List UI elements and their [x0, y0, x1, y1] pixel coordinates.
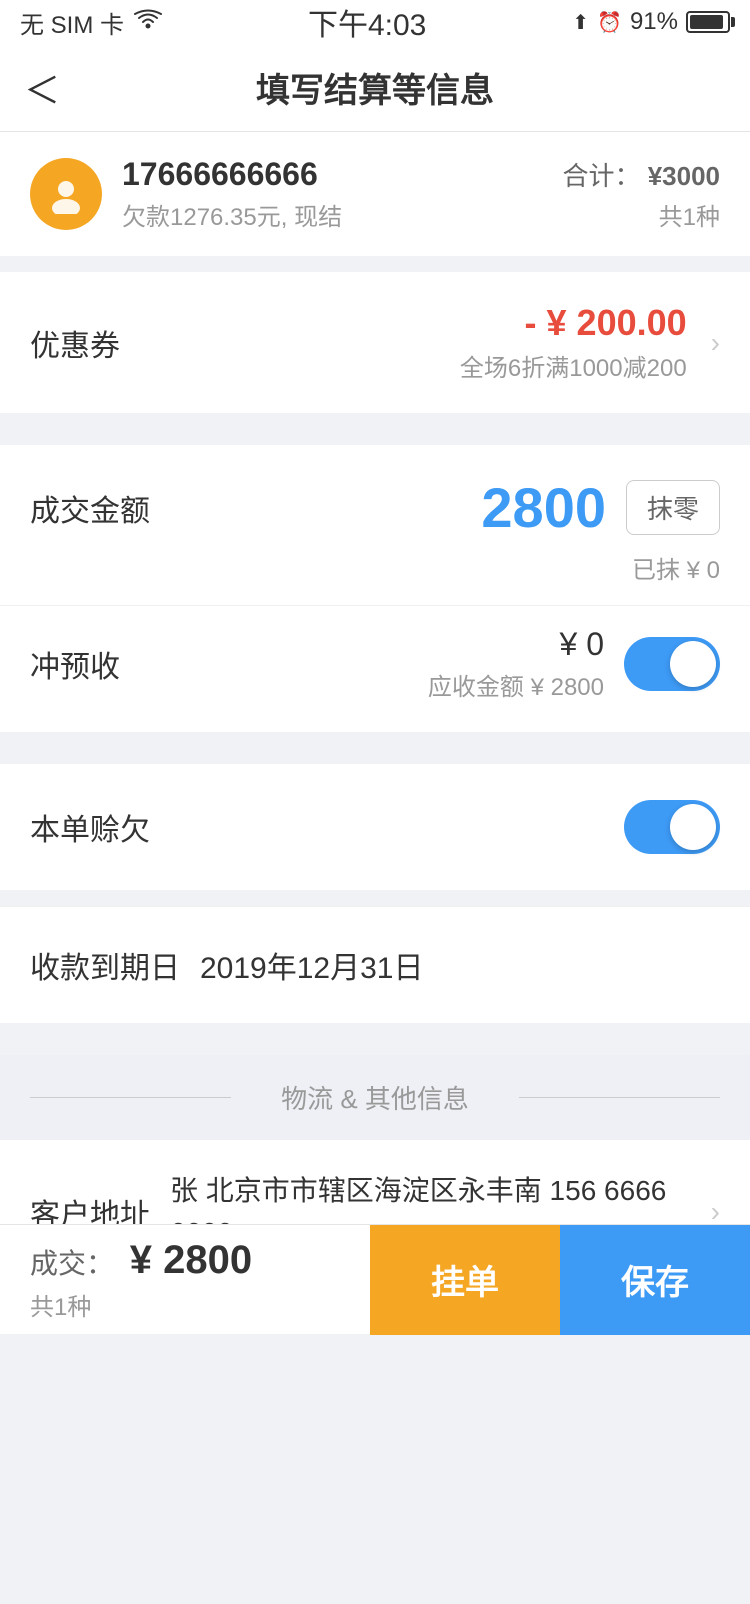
coupon-right: - ¥ 200.00 全场6折满1000减200 ›	[460, 302, 720, 383]
user-phone: 17666666666	[122, 156, 342, 193]
alarm-icon: ⏰	[597, 10, 622, 35]
save-button[interactable]: 保存	[560, 1225, 750, 1335]
total-label-text: 合计：	[562, 161, 640, 191]
chong-row: 冲预收 ¥ 0 应收金额 ¥ 2800	[0, 605, 750, 732]
user-card: 17666666666 欠款1276.35元, 现结 合计： ¥3000 共1种	[0, 132, 750, 256]
battery-percent: 91%	[630, 8, 678, 36]
logistics-label: 物流 & 其他信息	[281, 1079, 469, 1116]
sheqian-toggle-knob	[670, 804, 716, 850]
round-button[interactable]: 抹零	[626, 480, 720, 535]
deal-right: 2800 抹零	[481, 475, 720, 540]
bottom-deal-value: ¥ 2800	[130, 1238, 252, 1282]
bottom-info: 成交： ¥ 2800 共1种	[0, 1238, 370, 1322]
chong-toggle[interactable]	[624, 637, 720, 691]
no-sim-label: 无 SIM 卡	[20, 5, 124, 40]
location-icon: ⬆	[572, 10, 589, 35]
status-time: 下午4:03	[308, 0, 426, 44]
total-amount: ¥3000	[648, 161, 720, 191]
sheqian-label: 本单赊欠	[30, 805, 150, 849]
chong-right: ¥ 0 应收金额 ¥ 2800	[428, 626, 720, 702]
chong-amount: ¥ 0	[428, 626, 604, 663]
user-sub: 欠款1276.35元, 现结	[122, 197, 342, 232]
back-button[interactable]: ＜	[24, 62, 60, 114]
bottom-bar: 成交： ¥ 2800 共1种 挂单 保存	[0, 1224, 750, 1334]
chong-label: 冲预收	[30, 642, 120, 686]
status-bar: 无 SIM 卡 下午4:03 ⬆ ⏰ 91%	[0, 0, 750, 44]
battery-icon	[686, 11, 730, 33]
coupon-row[interactable]: 优惠券 - ¥ 200.00 全场6折满1000减200 ›	[0, 272, 750, 413]
due-label: 收款到期日	[30, 943, 180, 987]
page-title: 填写结算等信息	[256, 63, 494, 112]
bottom-deal-label: 成交：	[30, 1248, 114, 1279]
coupon-label: 优惠券	[30, 321, 120, 365]
coupon-amount: - ¥ 200.00	[460, 302, 687, 344]
toggle-knob	[670, 641, 716, 687]
sheqian-row: 本单赊欠	[0, 764, 750, 890]
divider-line-left	[30, 1097, 231, 1098]
nav-bar: ＜ 填写结算等信息	[0, 44, 750, 132]
deal-row: 成交金额 2800 抹零	[0, 445, 750, 550]
deal-amount: 2800	[481, 475, 606, 540]
logistics-divider: 物流 & 其他信息	[0, 1055, 750, 1140]
user-info: 17666666666 欠款1276.35元, 现结	[122, 156, 342, 232]
avatar	[30, 158, 102, 230]
hang-button[interactable]: 挂单	[370, 1225, 560, 1335]
wifi-icon	[134, 8, 162, 36]
chong-sub: 应收金额 ¥ 2800	[428, 667, 604, 702]
sheqian-toggle[interactable]	[624, 800, 720, 854]
deal-section: 成交金额 2800 抹零 已抹 ¥ 0 冲预收 ¥ 0 应收金额 ¥ 2800	[0, 445, 750, 732]
status-left: 无 SIM 卡	[20, 5, 162, 40]
status-right: ⬆ ⏰ 91%	[572, 8, 730, 36]
chevron-right-icon: ›	[711, 327, 720, 359]
deal-label: 成交金额	[30, 486, 150, 530]
main-content: 17666666666 欠款1276.35元, 现结 合计： ¥3000 共1种…	[0, 132, 750, 1604]
due-row: 收款到期日 2019年12月31日	[0, 907, 750, 1023]
coupon-desc: 全场6折满1000减200	[460, 348, 687, 383]
bottom-count: 共1种	[30, 1287, 340, 1322]
user-total: 合计： ¥3000 共1种	[562, 156, 720, 232]
divider-line-right	[519, 1097, 720, 1098]
due-value: 2019年12月31日	[200, 943, 423, 987]
user-count: 共1种	[562, 197, 720, 232]
coupon-section: 优惠券 - ¥ 200.00 全场6折满1000减200 ›	[0, 272, 750, 413]
deal-sub: 已抹 ¥ 0	[0, 550, 750, 605]
